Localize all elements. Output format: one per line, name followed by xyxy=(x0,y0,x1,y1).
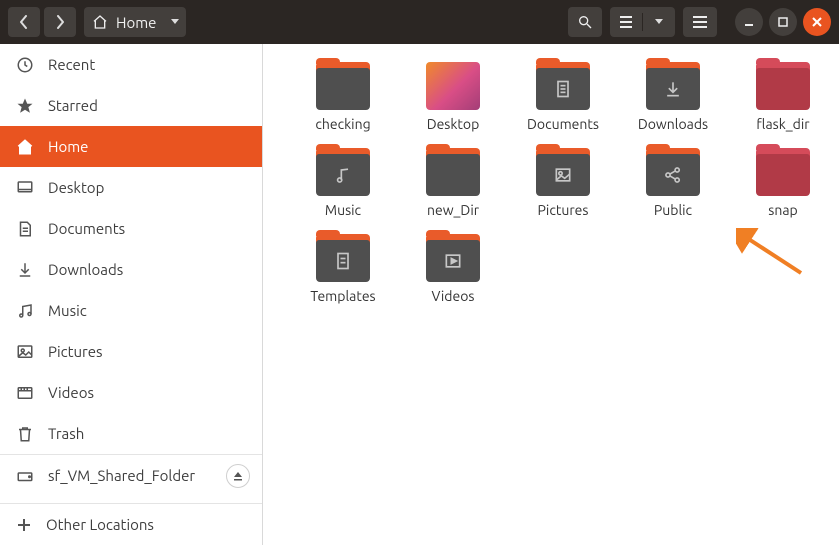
sidebar-item-other-locations[interactable]: Other Locations xyxy=(0,503,262,545)
search-button[interactable] xyxy=(568,7,602,37)
grid-item-label: Public xyxy=(654,202,692,218)
grid-item-new_dir[interactable]: new_Dir xyxy=(399,148,507,218)
grid-item-videos[interactable]: Videos xyxy=(399,234,507,304)
sidebar-item-downloads[interactable]: Downloads xyxy=(0,249,262,290)
sidebar-item-label: Recent xyxy=(48,56,95,73)
grid-item-label: new_Dir xyxy=(427,202,479,218)
sidebar-item-home[interactable]: Home xyxy=(0,126,262,167)
sidebar-item-recent[interactable]: Recent xyxy=(0,44,262,85)
sidebar-item-music[interactable]: Music xyxy=(0,290,262,331)
star-icon xyxy=(16,97,34,115)
grid-item-label: flask_dir xyxy=(756,116,809,132)
grid-item-pictures[interactable]: Pictures xyxy=(509,148,617,218)
header-bar: Home xyxy=(0,0,839,44)
grid-item-snap[interactable]: snap xyxy=(729,148,837,218)
sidebar-item-label: Videos xyxy=(48,384,94,401)
sidebar-item-label: Trash xyxy=(48,425,84,442)
grid-item-flask_dir[interactable]: flask_dir xyxy=(729,62,837,132)
folder-icon xyxy=(756,148,810,196)
folder-icon xyxy=(646,148,700,196)
grid-item-documents[interactable]: Documents xyxy=(509,62,617,132)
grid-item-label: Downloads xyxy=(638,116,708,132)
videos-icon xyxy=(16,384,34,402)
home-icon xyxy=(92,14,108,30)
hamburger-menu-button[interactable] xyxy=(683,7,717,37)
desktop-icon xyxy=(16,179,34,197)
grid-item-label: Desktop xyxy=(427,116,480,132)
sidebar-item-label: Music xyxy=(48,302,87,319)
caret-down-icon xyxy=(170,18,180,26)
eject-button[interactable] xyxy=(226,464,250,488)
grid-item-label: Music xyxy=(325,202,361,218)
trash-icon xyxy=(16,425,34,443)
grid-item-label: Documents xyxy=(527,116,599,132)
sidebar: Recent Starred Home Desktop Documents Do… xyxy=(0,44,263,545)
sidebar-item-label: Starred xyxy=(48,97,98,114)
grid-item-label: checking xyxy=(315,116,370,132)
sidebar-item-label: Home xyxy=(48,138,88,155)
folder-icon xyxy=(536,62,590,110)
folder-icon xyxy=(316,148,370,196)
window-close-button[interactable] xyxy=(803,8,831,36)
pictures-icon xyxy=(16,343,34,361)
download-icon xyxy=(16,261,34,279)
view-options-button[interactable] xyxy=(643,7,675,37)
folder-icon xyxy=(646,62,700,110)
folder-icon xyxy=(426,234,480,282)
window-maximize-button[interactable] xyxy=(769,8,797,36)
folder-icon xyxy=(426,148,480,196)
pathbar-home[interactable]: Home xyxy=(84,7,186,37)
nav-forward-button[interactable] xyxy=(44,7,76,37)
desktop-folder-icon xyxy=(426,62,480,110)
folder-icon xyxy=(316,234,370,282)
grid-item-label: Templates xyxy=(310,288,375,304)
grid-item-public[interactable]: Public xyxy=(619,148,727,218)
sidebar-item-trash[interactable]: Trash xyxy=(0,413,262,454)
sidebar-item-label: Pictures xyxy=(48,343,103,360)
folder-icon xyxy=(536,148,590,196)
music-icon xyxy=(16,302,34,320)
grid-item-checking[interactable]: checking xyxy=(289,62,397,132)
file-grid: checking Desktop Documents Downloads flask_d… xyxy=(263,44,839,545)
sidebar-item-sf-vm-shared[interactable]: sf_VM_Shared_Folder xyxy=(0,455,262,496)
grid-item-music[interactable]: Music xyxy=(289,148,397,218)
sidebar-item-desktop[interactable]: Desktop xyxy=(0,167,262,208)
home-icon xyxy=(16,138,34,156)
clock-icon xyxy=(16,56,34,74)
documents-icon xyxy=(16,220,34,238)
nav-back-button[interactable] xyxy=(8,7,40,37)
sidebar-item-videos[interactable]: Videos xyxy=(0,372,262,413)
folder-icon xyxy=(316,62,370,110)
sidebar-item-pictures[interactable]: Pictures xyxy=(0,331,262,372)
grid-item-downloads[interactable]: Downloads xyxy=(619,62,727,132)
grid-item-templates[interactable]: Templates xyxy=(289,234,397,304)
grid-item-label: Pictures xyxy=(538,202,589,218)
sidebar-item-documents[interactable]: Documents xyxy=(0,208,262,249)
sidebar-item-label: Downloads xyxy=(48,261,123,278)
grid-item-label: snap xyxy=(768,202,797,218)
folder-icon xyxy=(756,62,810,110)
sidebar-item-label: sf_VM_Shared_Folder xyxy=(48,467,195,484)
sidebar-item-label: Desktop xyxy=(48,179,104,196)
window-minimize-button[interactable] xyxy=(735,8,763,36)
grid-item-label: Videos xyxy=(432,288,475,304)
view-mode-combo xyxy=(610,7,675,37)
sidebar-item-starred[interactable]: Starred xyxy=(0,85,262,126)
pathbar-label: Home xyxy=(116,14,156,31)
drive-icon xyxy=(16,467,34,485)
plus-icon xyxy=(16,517,32,533)
grid-item-desktop[interactable]: Desktop xyxy=(399,62,507,132)
sidebar-item-label: Documents xyxy=(48,220,125,237)
list-view-button[interactable] xyxy=(610,7,642,37)
sidebar-item-label: Other Locations xyxy=(46,516,154,533)
